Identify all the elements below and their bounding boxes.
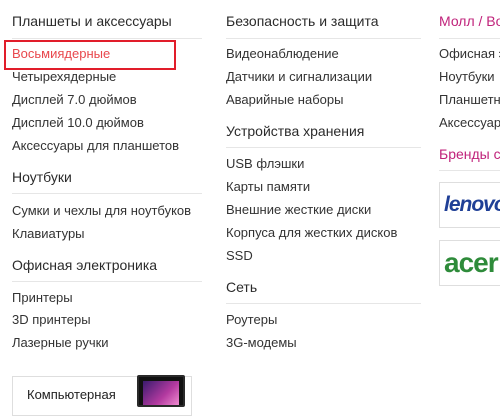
divider	[226, 147, 421, 148]
menu-link-laptop-bags[interactable]: Сумки и чехлы для ноутбуков	[12, 203, 191, 218]
heading-network[interactable]: Сеть	[226, 279, 257, 295]
menu-link-3g-modems[interactable]: 3G-модемы	[226, 335, 297, 350]
menu-link-3d-printers[interactable]: 3D принтеры	[12, 312, 91, 327]
heading-security[interactable]: Безопасность и защита	[226, 13, 379, 29]
menu-link-usb-flash[interactable]: USB флэшки	[226, 156, 304, 171]
menu-link-hdd-enclosures[interactable]: Корпуса для жестких дисков	[226, 225, 397, 240]
divider	[439, 170, 500, 171]
divider	[226, 303, 421, 304]
menu-link-ssd[interactable]: SSD	[226, 248, 253, 263]
menu-link-emergency-kits[interactable]: Аварийные наборы	[226, 92, 343, 107]
divider	[12, 38, 202, 39]
menu-column-3: Молл / Ворлд Офисная эл Ноутбуки Планшет…	[439, 0, 500, 400]
menu-link-sensors-alarms[interactable]: Датчики и сигнализации	[226, 69, 372, 84]
menu-link-printers[interactable]: Принтеры	[12, 290, 73, 305]
menu-link-routers[interactable]: Роутеры	[226, 312, 277, 327]
brand-logo-lenovo[interactable]: lenovo	[439, 182, 500, 228]
heading-storage[interactable]: Устройства хранения	[226, 123, 364, 139]
brand-logo-acer[interactable]: acer	[439, 240, 500, 286]
menu-link-display-7[interactable]: Дисплей 7.0 дюймов	[12, 92, 137, 107]
heading-office-electronics[interactable]: Офисная электроника	[12, 257, 157, 273]
divider	[12, 281, 202, 282]
divider	[439, 38, 500, 39]
monitor-screen	[143, 381, 179, 405]
menu-link-video-surveillance[interactable]: Видеонаблюдение	[226, 46, 339, 61]
lenovo-logo-text: lenovo	[444, 193, 500, 216]
acer-logo-text: acer	[444, 247, 499, 278]
heading-tablets[interactable]: Планшеты и аксессуары	[12, 13, 172, 29]
menu-link-office-electronics[interactable]: Офисная эл	[439, 46, 500, 61]
menu-link-accessories[interactable]: Аксессуары	[439, 115, 500, 130]
heading-brands[interactable]: Бренды с д	[439, 146, 500, 162]
heading-mall[interactable]: Молл / Ворлд	[439, 13, 500, 29]
divider	[12, 193, 202, 194]
menu-link-laptops[interactable]: Ноутбуки	[439, 69, 495, 84]
menu-link-keyboards[interactable]: Клавиатуры	[12, 226, 85, 241]
highlight-box	[4, 40, 176, 70]
menu-link-laser-pens[interactable]: Лазерные ручки	[12, 335, 109, 350]
monitor-image-icon	[137, 375, 185, 407]
menu-link-external-hdd[interactable]: Внешние жесткие диски	[226, 202, 371, 217]
menu-link-display-10[interactable]: Дисплей 10.0 дюймов	[12, 115, 144, 130]
divider	[226, 38, 421, 39]
menu-link-tablets[interactable]: Планшетны	[439, 92, 500, 107]
heading-laptops[interactable]: Ноутбуки	[12, 169, 72, 185]
menu-link-quad-core[interactable]: Четырехядерные	[12, 69, 116, 84]
promo-banner[interactable]: Компьютерная	[12, 375, 192, 416]
menu-link-memory-cards[interactable]: Карты памяти	[226, 179, 310, 194]
menu-link-tablet-accessories[interactable]: Аксессуары для планшетов	[12, 138, 179, 153]
